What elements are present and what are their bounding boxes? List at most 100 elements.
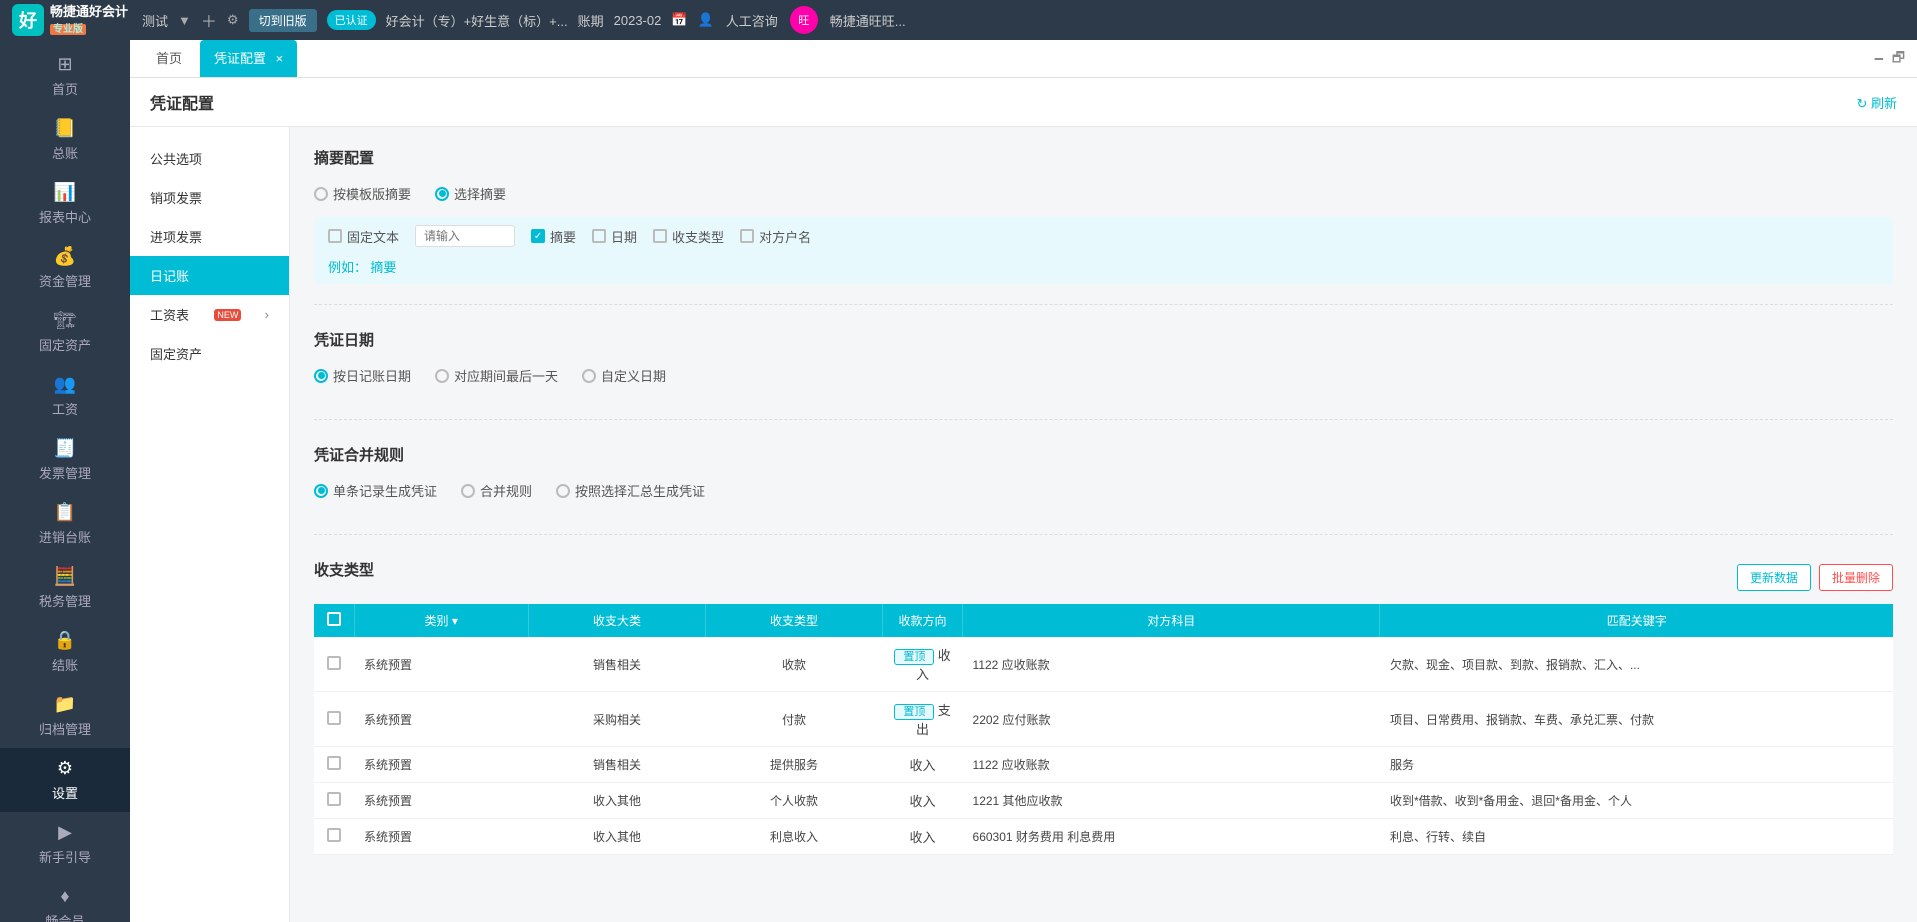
- menu-item-fixed[interactable]: 固定资产: [130, 334, 289, 373]
- sidebar-item-settings-label: 设置: [52, 783, 78, 802]
- support-label[interactable]: 人工咨询: [726, 11, 778, 30]
- sidebar-item-invoice-mgmt-label: 发票管理: [39, 463, 91, 482]
- cell-direction-1: 置顶 支出: [883, 692, 963, 747]
- sidebar-item-archive-label: 归档管理: [39, 719, 91, 738]
- row-checkbox-1[interactable]: [327, 711, 341, 725]
- salary-expand-icon[interactable]: ›: [265, 307, 269, 322]
- radio-select[interactable]: 选择摘要: [435, 184, 506, 203]
- invoice-mgmt-icon: 🧾: [54, 438, 76, 459]
- row-checkbox-0[interactable]: [327, 656, 341, 670]
- checkbox-fixed-text[interactable]: 固定文本: [328, 227, 399, 246]
- cell-direction-text-2: 收入: [910, 758, 936, 773]
- tag-btn-0[interactable]: 置顶: [894, 649, 934, 665]
- cell-subject-3: 1221 其他应收款: [963, 783, 1380, 819]
- merge-title: 凭证合并规则: [314, 444, 1893, 465]
- radio-custom-date-label: 自定义日期: [601, 366, 666, 385]
- sidebar-item-invoice-mgmt[interactable]: 🧾 发票管理: [0, 428, 130, 492]
- radio-journal-date[interactable]: 按日记账日期: [314, 366, 411, 385]
- cell-keywords-0: 欠款、现金、项目款、到款、报销款、汇入、...: [1380, 637, 1893, 692]
- add-icon[interactable]: ＋: [201, 8, 217, 32]
- th-type: 收支类型: [706, 604, 883, 637]
- sidebar-item-funds[interactable]: 💰 资金管理: [0, 236, 130, 300]
- th-checkbox: [314, 604, 354, 637]
- checkbox-summary[interactable]: ✓ 摘要: [531, 227, 576, 246]
- sidebar-item-home[interactable]: ⊞ 首页: [0, 44, 130, 108]
- radio-select-summary[interactable]: 按照选择汇总生成凭证: [556, 481, 705, 500]
- sidebar-item-guide[interactable]: ▶ 新手引导: [0, 812, 130, 876]
- sidebar-item-sales-mgmt[interactable]: 📋 进销台账: [0, 492, 130, 556]
- income-table: 类别 ▾ 收支大类 收支类型 收款方向 对方科目 匹配关键字 系统预置 销售相关: [314, 604, 1893, 855]
- calendar-icon[interactable]: 📅: [671, 12, 687, 28]
- cell-type-1: 付款: [706, 692, 883, 747]
- sidebar-item-closing-label: 结账: [52, 655, 78, 674]
- cell-type-3: 个人收款: [706, 783, 883, 819]
- period-value: 2023-02: [614, 13, 662, 28]
- fixed-text-input[interactable]: [415, 225, 515, 247]
- sidebar-item-settings[interactable]: ⚙ 设置: [0, 748, 130, 812]
- radio-custom-date[interactable]: 自定义日期: [582, 366, 666, 385]
- tab-home[interactable]: 首页: [142, 40, 196, 77]
- summary-title: 摘要配置: [314, 147, 1893, 168]
- menu-item-purchase[interactable]: 进项发票: [130, 217, 289, 256]
- checkbox-type[interactable]: 收支类型: [653, 227, 724, 246]
- checkbox-counterparty[interactable]: 对方户名: [740, 227, 811, 246]
- example-prefix: 例如：: [328, 260, 367, 275]
- table-header: 类别 ▾ 收支大类 收支类型 收款方向 对方科目 匹配关键字: [314, 604, 1893, 637]
- merge-section: 凭证合并规则 单条记录生成凭证 合并规则 按照选择汇总生成凭证: [314, 444, 1893, 535]
- content-area: 首页 凭证配置 × 🗕 🗗 凭证配置 ↻ 刷新 公共选项: [130, 40, 1917, 922]
- checkbox-counterparty-box: [740, 229, 754, 243]
- page-header: 凭证配置 ↻ 刷新: [130, 78, 1917, 127]
- sidebar-item-ledger[interactable]: 📒 总账: [0, 108, 130, 172]
- summary-section: 摘要配置 按模板版摘要 选择摘要: [314, 147, 1893, 305]
- sidebar-item-assets[interactable]: 🏗 固定资产: [0, 300, 130, 364]
- sidebar-item-member-label: 畅会员: [45, 911, 84, 922]
- row-checkbox-4[interactable]: [327, 828, 341, 842]
- th-direction: 收款方向: [883, 604, 963, 637]
- batch-delete-btn[interactable]: 批量删除: [1819, 564, 1893, 591]
- certified-badge: 已认证: [327, 10, 376, 30]
- radio-single[interactable]: 单条记录生成凭证: [314, 481, 437, 500]
- tab-minimize-btn[interactable]: 🗕: [1874, 47, 1884, 71]
- merge-radio-group: 单条记录生成凭证 合并规则 按照选择汇总生成凭证: [314, 481, 1893, 500]
- row-checkbox-3[interactable]: [327, 792, 341, 806]
- example-value: 摘要: [370, 260, 396, 275]
- tax-icon: 🧮: [54, 566, 76, 587]
- tab-voucher-config[interactable]: 凭证配置 ×: [200, 40, 297, 77]
- brand-name: 畅捷通好会计: [50, 4, 128, 20]
- settings-icon[interactable]: ⚙: [227, 12, 239, 28]
- radio-template[interactable]: 按模板版摘要: [314, 184, 411, 203]
- table-row: 系统预置 采购相关 付款 置顶 支出 2202 应付账款 项目、日常费用、报销款…: [314, 692, 1893, 747]
- cell-category-0: 系统预置: [354, 637, 528, 692]
- menu-item-salary[interactable]: 工资表 NEW ›: [130, 295, 289, 334]
- menu-item-public[interactable]: 公共选项: [130, 139, 289, 178]
- radio-period-last[interactable]: 对应期间最后一天: [435, 366, 558, 385]
- menu-item-sales[interactable]: 销项发票: [130, 178, 289, 217]
- tab-close-icon[interactable]: ×: [276, 51, 284, 66]
- period-label: 账期: [578, 11, 604, 30]
- refresh-btn[interactable]: ↻ 刷新: [1856, 93, 1897, 112]
- radio-merge-rule[interactable]: 合并规则: [461, 481, 532, 500]
- sidebar-item-payroll[interactable]: 👥 工资: [0, 364, 130, 428]
- cell-subject-4: 660301 财务费用 利息费用: [963, 819, 1380, 855]
- menu-item-journal[interactable]: 日记账: [130, 256, 289, 295]
- header-checkbox[interactable]: [327, 612, 341, 626]
- tab-maximize-btn[interactable]: 🗗: [1892, 47, 1905, 71]
- new-badge: NEW: [214, 309, 241, 321]
- sidebar-item-tax[interactable]: 🧮 税务管理: [0, 556, 130, 620]
- cell-category-3: 系统预置: [354, 783, 528, 819]
- sales-mgmt-icon: 📋: [54, 502, 76, 523]
- sidebar-item-reports[interactable]: 📊 报表中心: [0, 172, 130, 236]
- cell-subject-2: 1122 应收账款: [963, 747, 1380, 783]
- row-checkbox-2[interactable]: [327, 756, 341, 770]
- dropdown-icon[interactable]: ▼: [178, 13, 191, 28]
- checkbox-row: 固定文本 ✓ 摘要 日期: [328, 225, 1879, 247]
- update-data-btn[interactable]: 更新数据: [1737, 564, 1811, 591]
- checkbox-date[interactable]: 日期: [592, 227, 637, 246]
- tag-btn-1[interactable]: 置顶: [894, 704, 934, 720]
- switch-old-btn[interactable]: 切到旧版: [249, 9, 317, 32]
- cell-direction-text-3: 收入: [910, 794, 936, 809]
- sidebar-item-member[interactable]: ♦ 畅会员: [0, 876, 130, 922]
- sidebar-item-closing[interactable]: 🔒 结账: [0, 620, 130, 684]
- date-section: 凭证日期 按日记账日期 对应期间最后一天 自定义日期: [314, 329, 1893, 420]
- sidebar-item-archive[interactable]: 📁 归档管理: [0, 684, 130, 748]
